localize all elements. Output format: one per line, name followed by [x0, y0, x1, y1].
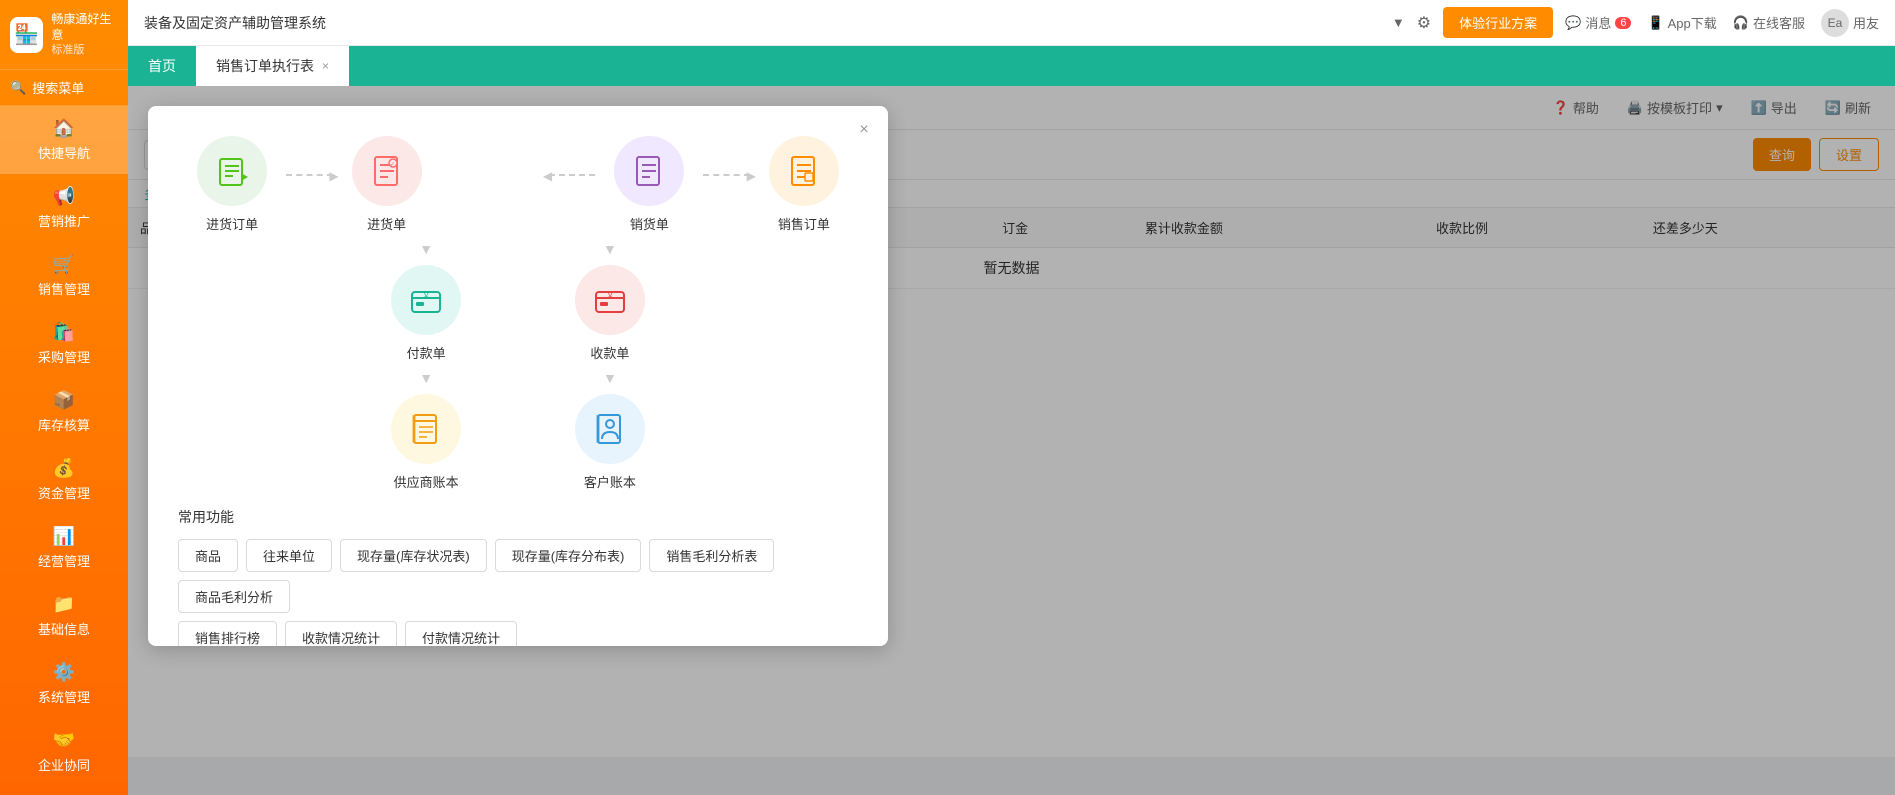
func-btn-product-profit[interactable]: 商品毛利分析 — [178, 580, 290, 613]
system-dropdown[interactable]: ▼ — [1392, 15, 1405, 30]
tab-home[interactable]: 首页 — [128, 46, 196, 86]
func-btn-sales-profit[interactable]: 销售毛利分析表 — [649, 539, 774, 572]
sidebar-item-finance[interactable]: 💰 资金管理 — [0, 446, 128, 514]
sales-icon: 🛒 — [53, 254, 75, 275]
sidebar: 🏪 畅康通好生意 标准版 🔍 搜索菜单 🏠 快捷导航 📢 营销推广 🛒 销售管理… — [0, 0, 128, 795]
flow-node-receipt[interactable]: ¥ 收款单 — [546, 265, 675, 362]
inventory-icon: 📦 — [53, 390, 75, 411]
online-service-action[interactable]: 🎧 在线客服 — [1733, 13, 1805, 32]
func-btn-counterpart[interactable]: 往来单位 — [246, 539, 332, 572]
finance-icon: 💰 — [53, 458, 75, 479]
basic-icon: 📁 — [53, 594, 75, 615]
logo-icon: 🏪 — [10, 17, 43, 53]
service-icon: 🎧 — [1733, 15, 1749, 31]
svg-text:¥: ¥ — [607, 292, 613, 301]
user-action[interactable]: Ea 用友 — [1821, 9, 1879, 37]
sidebar-item-inventory[interactable]: 📦 库存核算 — [0, 378, 128, 446]
overlay[interactable]: × 进货订单 ▶ ✓ 进货单 — [128, 86, 1895, 795]
purchase-order-icon — [197, 136, 267, 206]
sidebar-item-purchase[interactable]: 🛍️ 采购管理 — [0, 310, 128, 378]
sidebar-item-sales[interactable]: 🛒 销售管理 — [0, 242, 128, 310]
flow-node-supplier-ledger[interactable]: 供应商账本 — [362, 394, 491, 491]
flow-node-purchase-bill[interactable]: ✓ 进货单 — [333, 136, 441, 233]
cooperation-icon: 🤝 — [53, 730, 75, 751]
message-action[interactable]: 💬 消息 6 — [1565, 13, 1631, 32]
receipt-icon: ¥ — [575, 265, 645, 335]
system-icon: ⚙️ — [53, 662, 75, 683]
common-functions: 常用功能 商品 往来单位 现存量(库存状况表) 现存量(库存分布表) 销售毛利分… — [178, 507, 858, 646]
flow-node-sales-bill[interactable]: 销货单 — [595, 136, 703, 233]
purchase-icon: 🛍️ — [53, 322, 75, 343]
flow-node-purchase-order[interactable]: 进货订单 — [178, 136, 286, 233]
download-icon: 📱 — [1647, 15, 1663, 31]
flow-node-sales-order[interactable]: 销售订单 — [750, 136, 858, 233]
message-icon: 💬 — [1565, 15, 1581, 31]
sidebar-nav: 🏠 快捷导航 📢 营销推广 🛒 销售管理 🛍️ 采购管理 📦 库存核算 💰 资金… — [0, 106, 128, 795]
tab-sales-order[interactable]: 销售订单执行表 × — [196, 46, 349, 86]
flow-node-customer-ledger[interactable]: 客户账本 — [546, 394, 675, 491]
purchase-bill-icon: ✓ — [352, 136, 422, 206]
tab-close-icon[interactable]: × — [322, 59, 329, 73]
experience-button[interactable]: 体验行业方案 — [1443, 7, 1553, 38]
sidebar-logo: 🏪 畅康通好生意 标准版 — [0, 0, 128, 70]
operation-icon: 📊 — [53, 526, 75, 547]
sidebar-item-system[interactable]: ⚙️ 系统管理 — [0, 650, 128, 718]
payment-icon: ¥ — [391, 265, 461, 335]
func-btn-sales-rank[interactable]: 销售排行榜 — [178, 621, 277, 646]
svg-text:✓: ✓ — [390, 162, 395, 168]
system-title: 装备及固定资产辅助管理系统 — [144, 13, 1380, 33]
home-icon: 🏠 — [53, 118, 75, 139]
sidebar-item-newbie[interactable]: ❓ 新手引导 — [0, 786, 128, 795]
func-buttons-row2: 销售排行榜 收款情况统计 付款情况统计 — [178, 621, 858, 646]
app-download-action[interactable]: 📱 App下载 — [1647, 13, 1716, 32]
tabbar: 首页 销售订单执行表 × — [128, 46, 1895, 86]
sales-bill-icon — [614, 136, 684, 206]
flow-node-payment[interactable]: ¥ 付款单 — [362, 265, 491, 362]
marketing-icon: 📢 — [53, 186, 75, 207]
func-btn-product[interactable]: 商品 — [178, 539, 238, 572]
sidebar-item-basic[interactable]: 📁 基础信息 — [0, 582, 128, 650]
header-actions: 💬 消息 6 📱 App下载 🎧 在线客服 Ea 用友 — [1565, 9, 1879, 37]
sidebar-item-quick-nav[interactable]: 🏠 快捷导航 — [0, 106, 128, 174]
avatar: Ea — [1821, 9, 1849, 37]
func-btn-stock-status[interactable]: 现存量(库存状况表) — [340, 539, 487, 572]
supplier-ledger-icon — [391, 394, 461, 464]
settings-icon[interactable]: ⚙ — [1417, 13, 1431, 33]
message-badge: 6 — [1615, 17, 1631, 29]
func-btn-stock-dist[interactable]: 现存量(库存分布表) — [495, 539, 642, 572]
func-btn-receipt-stats[interactable]: 收款情况统计 — [285, 621, 397, 646]
func-btn-payment-stats[interactable]: 付款情况统计 — [405, 621, 517, 646]
svg-text:¥: ¥ — [423, 292, 429, 301]
sidebar-item-marketing[interactable]: 📢 营销推广 — [0, 174, 128, 242]
chevron-down-icon: ▼ — [1392, 15, 1405, 30]
common-functions-title: 常用功能 — [178, 507, 858, 527]
sidebar-item-operation[interactable]: 📊 经营管理 — [0, 514, 128, 582]
popup-close-button[interactable]: × — [852, 118, 876, 142]
func-buttons-row1: 商品 往来单位 现存量(库存状况表) 现存量(库存分布表) 销售毛利分析表 商品… — [178, 539, 858, 613]
customer-ledger-icon — [575, 394, 645, 464]
sales-order-icon — [769, 136, 839, 206]
search-icon: 🔍 — [10, 80, 26, 96]
logo-text: 畅康通好生意 标准版 — [51, 12, 118, 57]
search-menu[interactable]: 🔍 搜索菜单 — [0, 70, 128, 106]
flow-popup: × 进货订单 ▶ ✓ 进货单 — [148, 106, 888, 646]
sidebar-item-cooperation[interactable]: 🤝 企业协同 — [0, 718, 128, 786]
header: 装备及固定资产辅助管理系统 ▼ ⚙ 体验行业方案 💬 消息 6 📱 App下载 … — [128, 0, 1895, 46]
